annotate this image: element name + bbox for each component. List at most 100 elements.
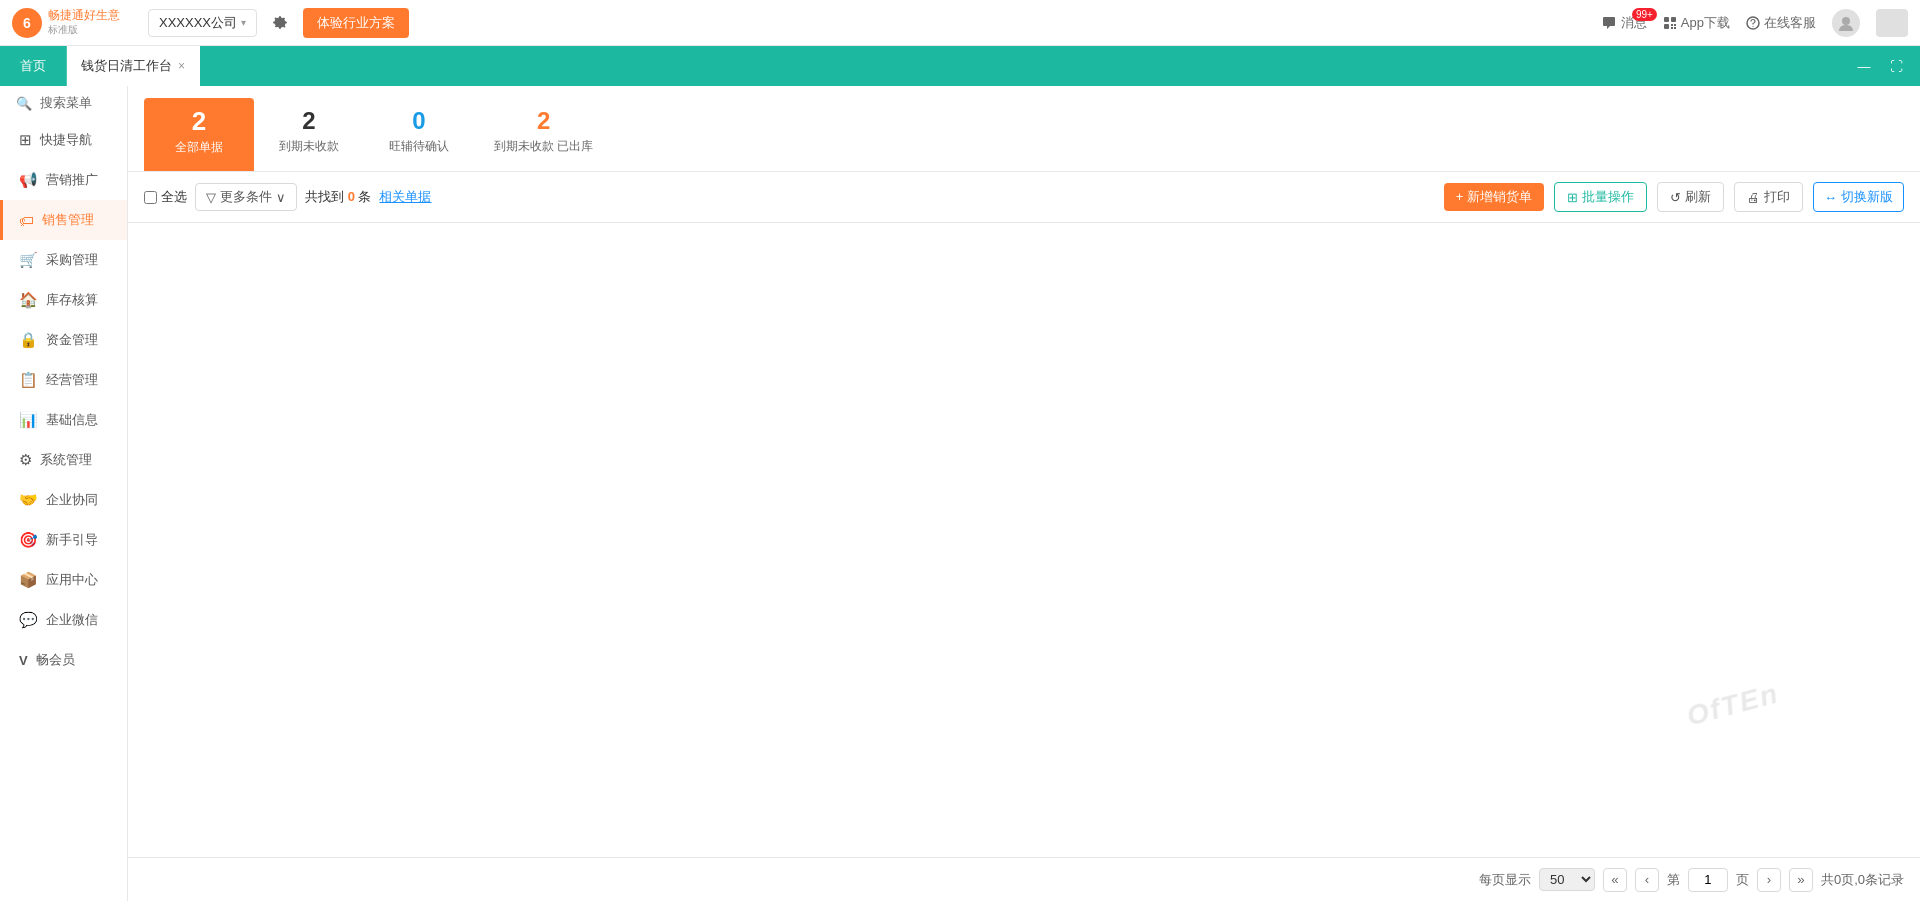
inventory-icon: 🏠	[19, 291, 38, 309]
sidebar-item-beginner[interactable]: 🎯 新手引导	[0, 520, 127, 560]
sidebar-item-capital[interactable]: 🔒 资金管理	[0, 320, 127, 360]
stat-num-all: 2	[192, 106, 206, 137]
switch-icon: ↔	[1824, 190, 1837, 205]
first-page-button[interactable]: «	[1603, 868, 1627, 892]
stat-num-overdue-out: 2	[537, 107, 550, 136]
sidebar-item-label: 库存核算	[46, 291, 98, 309]
sidebar: 🔍 搜索菜单 ⊞ 快捷导航 📢 营销推广 🏷 销售管理 🛒 采购管理 🏠 库存核…	[0, 86, 128, 901]
sidebar-item-system[interactable]: ⚙ 系统管理	[0, 440, 127, 480]
svg-rect-6	[1674, 27, 1676, 29]
search-icon: 🔍	[16, 96, 32, 111]
logo-area: 6 畅捷通好生意 标准版	[12, 8, 140, 38]
sidebar-item-label: 采购管理	[46, 251, 98, 269]
svg-rect-1	[1671, 17, 1676, 22]
svg-rect-0	[1664, 17, 1669, 22]
select-all-input[interactable]	[144, 191, 157, 204]
sidebar-item-operations[interactable]: 📋 经营管理	[0, 360, 127, 400]
company-selector[interactable]: XXXXXX公司 ▾	[148, 9, 257, 37]
sidebar-item-purchase[interactable]: 🛒 采购管理	[0, 240, 127, 280]
user-menu[interactable]	[1876, 9, 1908, 37]
logo-text: 畅捷通好生意	[48, 8, 120, 24]
filter-button[interactable]: ▽ 更多条件 ∨	[195, 183, 297, 211]
message-button[interactable]: 消息 99+	[1601, 14, 1647, 32]
sidebar-item-app-center[interactable]: 📦 应用中心	[0, 560, 127, 600]
sidebar-search-button[interactable]: 🔍 搜索菜单	[0, 86, 127, 120]
stat-tab-overdue[interactable]: 2 到期未收款	[254, 98, 364, 171]
wecom-icon: 💬	[19, 611, 38, 629]
related-link[interactable]: 相关单据	[379, 188, 431, 206]
sidebar-item-label: 销售管理	[42, 211, 94, 229]
count-value: 0	[348, 189, 355, 204]
svg-rect-3	[1671, 24, 1673, 26]
message-badge: 99+	[1632, 8, 1657, 21]
stat-tab-pending[interactable]: 0 旺辅待确认	[364, 98, 474, 171]
svg-point-9	[1842, 17, 1850, 25]
stat-tab-overdue-out[interactable]: 2 到期未收款 已出库	[474, 98, 613, 171]
refresh-button[interactable]: ↺ 刷新	[1657, 182, 1724, 212]
stats-row: 2 全部单据 2 到期未收款 0 旺辅待确认 2 到期未收款 已出库	[128, 86, 1920, 172]
sidebar-item-member[interactable]: V 畅会员	[0, 640, 127, 680]
stat-tab-all[interactable]: 2 全部单据	[144, 98, 254, 171]
support-label: 在线客服	[1764, 14, 1816, 32]
table-area	[128, 223, 1920, 857]
stat-label-overdue-out: 到期未收款 已出库	[494, 138, 593, 155]
batch-icon: ⊞	[1567, 190, 1578, 205]
sidebar-item-label: 应用中心	[46, 571, 98, 589]
sidebar-item-label: 畅会员	[36, 651, 75, 669]
page-input[interactable]	[1688, 868, 1728, 892]
sales-icon: 🏷	[19, 212, 34, 229]
next-page-button[interactable]: ›	[1757, 868, 1781, 892]
stat-label-overdue: 到期未收款	[279, 138, 339, 155]
sidebar-item-label: 基础信息	[46, 411, 98, 429]
select-all-checkbox[interactable]: 全选	[144, 188, 187, 206]
support-button[interactable]: 在线客服	[1746, 14, 1816, 32]
basic-info-icon: 📊	[19, 411, 38, 429]
app-download-button[interactable]: App下载	[1663, 14, 1730, 32]
sidebar-item-inventory[interactable]: 🏠 库存核算	[0, 280, 127, 320]
avatar[interactable]	[1832, 9, 1860, 37]
batch-button[interactable]: ⊞ 批量操作	[1554, 182, 1647, 212]
tab-bar: 首页 钱货日清工作台 × — ⛶	[0, 46, 1920, 86]
content-inner: 2 全部单据 2 到期未收款 0 旺辅待确认 2 到期未收款 已出库	[128, 86, 1920, 901]
sidebar-item-label: 快捷导航	[40, 131, 92, 149]
tab-work-bench[interactable]: 钱货日清工作台 ×	[67, 46, 200, 86]
tab-maximize-button[interactable]: ⛶	[1884, 54, 1908, 78]
switch-version-button[interactable]: ↔ 切换新版	[1813, 182, 1904, 212]
logo-icon: 6	[12, 8, 42, 38]
top-header: 6 畅捷通好生意 标准版 XXXXXX公司 ▾ 体验行业方案 消息 99+	[0, 0, 1920, 46]
main-content: 2 全部单据 2 到期未收款 0 旺辅待确认 2 到期未收款 已出库	[128, 86, 1920, 901]
per-page-select[interactable]: 50 10 20 100	[1539, 868, 1595, 891]
enterprise-icon: 🤝	[19, 491, 38, 509]
print-icon: 🖨	[1747, 190, 1760, 205]
settings-button[interactable]	[265, 8, 295, 38]
sidebar-item-wecom[interactable]: 💬 企业微信	[0, 600, 127, 640]
prev-page-button[interactable]: ‹	[1635, 868, 1659, 892]
sidebar-item-label: 营销推广	[46, 171, 98, 189]
sidebar-item-enterprise[interactable]: 🤝 企业协同	[0, 480, 127, 520]
system-icon: ⚙	[19, 451, 32, 469]
sidebar-item-marketing[interactable]: 📢 营销推广	[0, 160, 127, 200]
beginner-icon: 🎯	[19, 531, 38, 549]
sidebar-item-label: 系统管理	[40, 451, 92, 469]
quick-nav-icon: ⊞	[19, 131, 32, 149]
experience-button[interactable]: 体验行业方案	[303, 8, 409, 38]
tab-minimize-button[interactable]: —	[1852, 54, 1876, 78]
print-button[interactable]: 🖨 打印	[1734, 182, 1803, 212]
sidebar-item-label: 经营管理	[46, 371, 98, 389]
refresh-icon: ↺	[1670, 190, 1681, 205]
new-order-button[interactable]: + 新增销货单	[1444, 183, 1544, 211]
sidebar-item-quick-nav[interactable]: ⊞ 快捷导航	[0, 120, 127, 160]
count-text: 共找到 0 条	[305, 188, 371, 206]
switch-label: 切换新版	[1841, 188, 1893, 206]
filter-icon: ▽	[206, 190, 216, 205]
sidebar-item-basic-info[interactable]: 📊 基础信息	[0, 400, 127, 440]
stat-label-pending: 旺辅待确认	[389, 138, 449, 155]
sidebar-item-sales[interactable]: 🏷 销售管理	[0, 200, 127, 240]
tab-home[interactable]: 首页	[0, 46, 67, 86]
last-page-button[interactable]: »	[1789, 868, 1813, 892]
batch-label: 批量操作	[1582, 188, 1634, 206]
app-download-label: App下载	[1681, 14, 1730, 32]
prev-page-icon: ‹	[1645, 872, 1649, 887]
tab-close-icon[interactable]: ×	[178, 60, 185, 72]
search-label: 搜索菜单	[40, 94, 92, 112]
